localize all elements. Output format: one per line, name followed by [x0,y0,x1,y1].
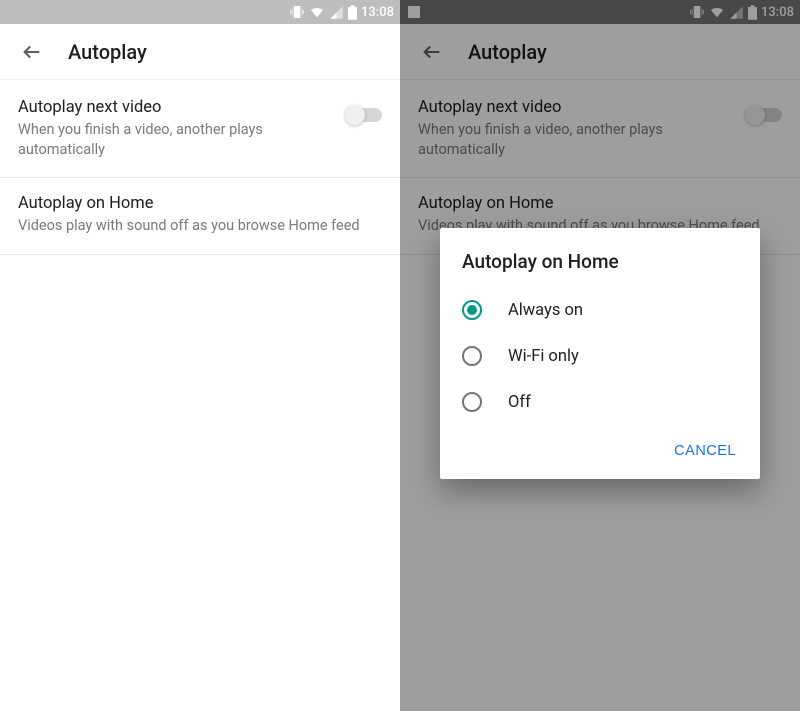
radio-label: Always on [508,301,583,320]
back-button[interactable] [12,32,52,72]
dialog-title: Autoplay on Home [440,250,760,287]
setting-text: Autoplay on Home Videos play with sound … [18,194,382,236]
setting-autoplay-next-video[interactable]: Autoplay next video When you finish a vi… [0,80,400,178]
screen-settings-left: 13:08 Autoplay Autoplay next video When … [0,0,400,711]
dialog-actions: CANCEL [440,425,760,471]
settings-list: Autoplay next video When you finish a vi… [0,80,400,255]
wifi-icon [309,4,325,20]
toolbar: Autoplay [0,24,400,80]
status-bar: 13:08 [0,0,400,24]
toggle-switch[interactable] [348,108,382,122]
radio-icon [462,346,482,366]
setting-title: Autoplay on Home [18,194,382,213]
setting-description: Videos play with sound off as you browse… [18,216,382,236]
setting-description: When you finish a video, another plays a… [18,120,336,159]
radio-icon [462,300,482,320]
page-title: Autoplay [68,40,147,64]
setting-text: Autoplay next video When you finish a vi… [18,98,336,159]
radio-icon [462,392,482,412]
dialog-autoplay-on-home: Autoplay on Home Always on Wi-Fi only Of… [440,228,760,479]
vibrate-icon [289,4,305,20]
screen-settings-right: 13:08 Autoplay Autoplay next video When … [400,0,800,711]
radio-option-always-on[interactable]: Always on [440,287,760,333]
radio-label: Off [508,393,531,412]
status-time: 13:08 [361,5,394,20]
setting-title: Autoplay next video [18,98,336,117]
setting-autoplay-on-home[interactable]: Autoplay on Home Videos play with sound … [0,178,400,255]
radio-label: Wi-Fi only [508,347,579,366]
battery-icon [348,5,357,20]
radio-option-off[interactable]: Off [440,379,760,425]
signal-icon [329,5,344,20]
modal-overlay[interactable]: Autoplay on Home Always on Wi-Fi only Of… [400,0,800,711]
cancel-button[interactable]: CANCEL [664,435,746,467]
radio-option-wifi-only[interactable]: Wi-Fi only [440,333,760,379]
